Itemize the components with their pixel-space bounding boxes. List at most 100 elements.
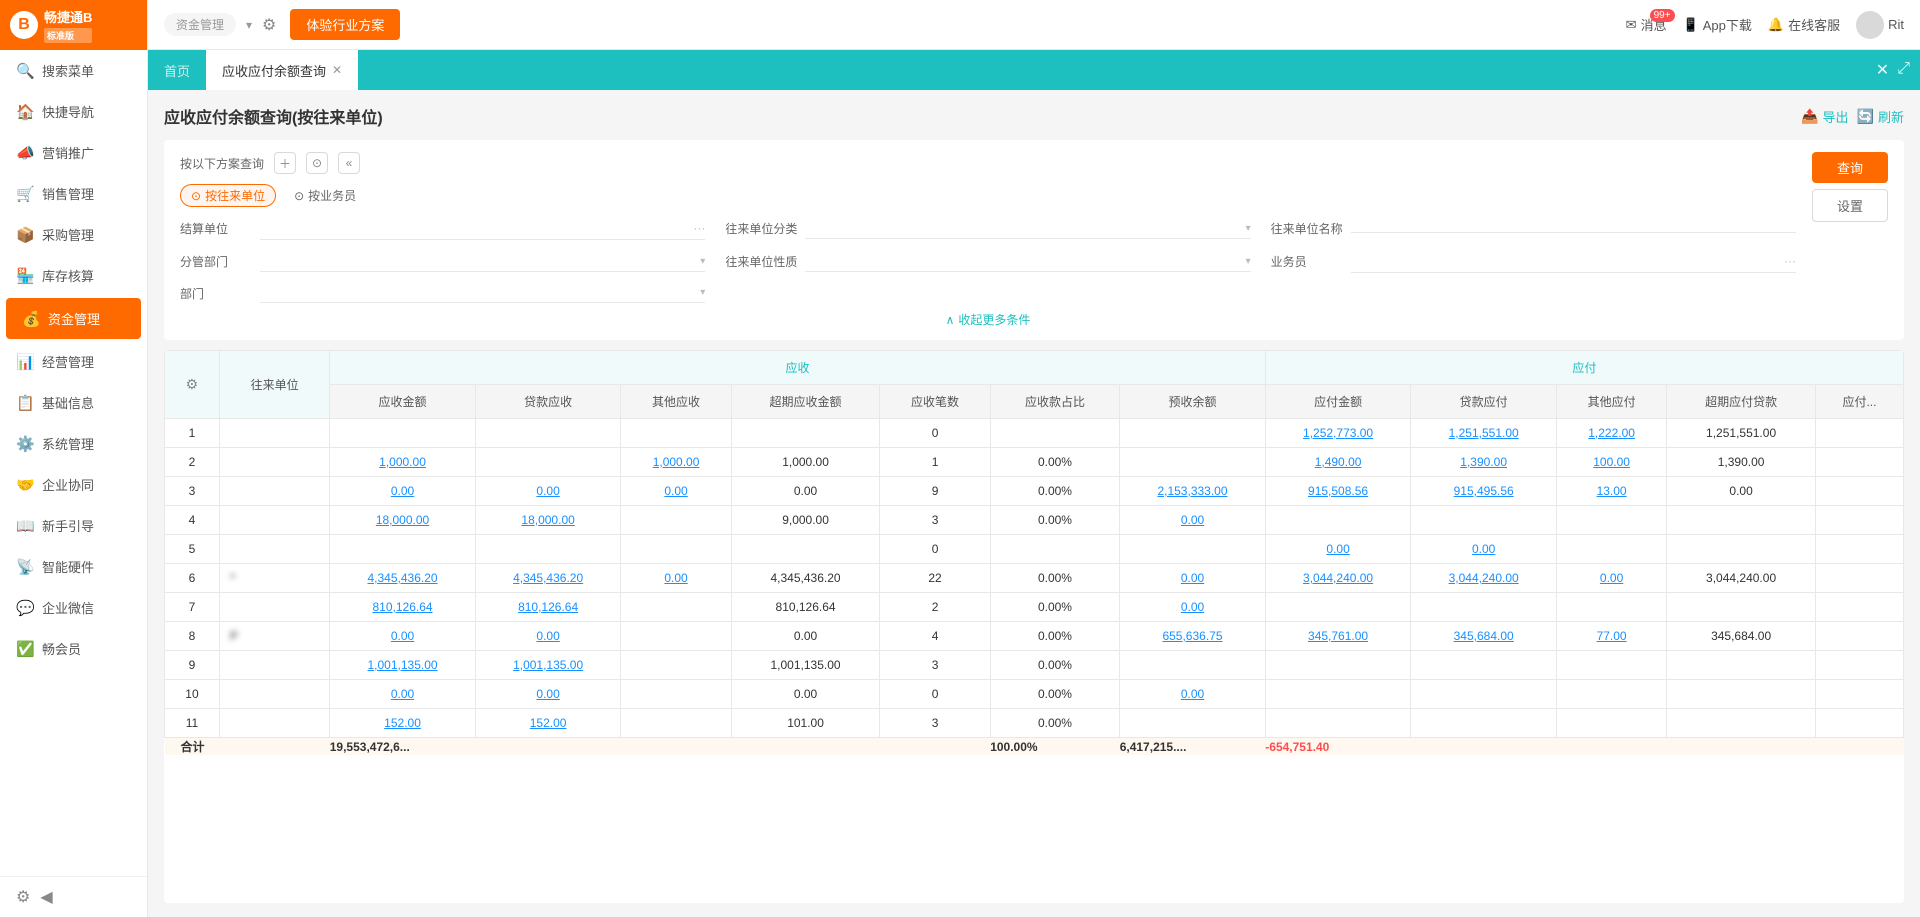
sidebar-item-member[interactable]: ✅ 畅会员 — [0, 628, 147, 669]
salesman-input[interactable]: ··· — [1351, 250, 1796, 273]
col-ar-other: 其他应收 — [621, 385, 731, 419]
inventory-icon: 🏪 — [16, 267, 34, 285]
data-table: ⚙ 往来单位 应收 应付 应收金额 贷款应收 其他应收 超期应收金额 应收笔数 … — [164, 350, 1904, 755]
operation-icon: 📊 — [16, 353, 34, 371]
tabbar: 首页 应收应付余额查询 ✕ ✕ ⤢ — [148, 50, 1920, 90]
filter-collapse-icon[interactable]: « — [338, 152, 360, 174]
jiesuan-unit-input[interactable]: ··· — [260, 217, 705, 240]
main-content: 应收应付余额查询(按往来单位) 📤 导出 🔄 刷新 按以下方案查询 ＋ — [148, 90, 1920, 917]
filter-salesman: 业务员 ··· — [1271, 250, 1796, 273]
col-ar-ratio: 应收款占比 — [990, 385, 1120, 419]
table-group-header: ⚙ 往来单位 应收 应付 — [165, 351, 1904, 385]
hardware-icon: 📡 — [16, 558, 34, 576]
header-gear-icon[interactable]: ⚙ — [262, 15, 276, 35]
sidebar-item-search[interactable]: 🔍 搜索菜单 — [0, 50, 147, 91]
breadcrumb-chevron-icon[interactable]: ▾ — [246, 18, 252, 32]
setting-button[interactable]: 设置 — [1812, 189, 1888, 222]
col-ap-loan: 贷款应付 — [1411, 385, 1557, 419]
export-icon: 📤 — [1801, 108, 1818, 125]
collapse-icon[interactable]: ◀ — [40, 887, 52, 907]
solution-button[interactable]: 体验行业方案 — [290, 9, 400, 40]
coop-icon: 🤝 — [16, 476, 34, 494]
sidebar-item-wechat[interactable]: 💬 企业微信 — [0, 587, 147, 628]
footer-label: 合计 — [165, 738, 330, 756]
table-row: 6^4,345,436.204,345,436.200.004,345,436.… — [165, 564, 1904, 593]
collapse-more-btn[interactable]: ∧ 收起更多条件 — [946, 311, 1031, 328]
download-icon: 📱 — [1683, 17, 1699, 33]
footer-ar-count — [880, 738, 990, 756]
refresh-icon: 🔄 — [1857, 108, 1874, 125]
footer-ap-other — [1556, 738, 1666, 756]
home-icon: 🏠 — [16, 103, 34, 121]
table-col-header: 应收金额 贷款应收 其他应收 超期应收金额 应收笔数 应收款占比 预收余额 应付… — [165, 385, 1904, 419]
tabbar-actions: ✕ ⤢ — [1876, 60, 1920, 80]
sidebar-item-marketing[interactable]: 📣 营销推广 — [0, 132, 147, 173]
filter-collapse: ∧ 收起更多条件 — [180, 311, 1796, 328]
filter-jiesuan-unit: 结算单位 ··· — [180, 217, 705, 240]
sidebar: B 畅捷通B 标准版 🔍 搜索菜单 🏠 快捷导航 📣 营销推广 🛒 销售管理 📦… — [0, 0, 148, 917]
tab-close-icon[interactable]: ✕ — [332, 63, 342, 77]
sidebar-logo: B 畅捷通B 标准版 — [0, 0, 147, 50]
col-ap-extra: 应付... — [1815, 385, 1903, 419]
sidebar-item-guide[interactable]: 📖 新手引导 — [0, 505, 147, 546]
table-row: 418,000.0018,000.009,000.0030.00%0.00 — [165, 506, 1904, 535]
table-row: 500.000.00 — [165, 535, 1904, 564]
export-button[interactable]: 📤 导出 — [1801, 107, 1848, 126]
partner-nature-input[interactable]: ▾ — [805, 252, 1250, 272]
footer-ap-amount: -654,751.40 — [1265, 738, 1411, 756]
message-badge: 99+ — [1650, 9, 1675, 22]
table-row: 7810,126.64810,126.64810,126.6420.00%0.0… — [165, 593, 1904, 622]
plan-partner-icon: ⊙ — [191, 189, 201, 203]
sidebar-item-hardware[interactable]: 📡 智能硬件 — [0, 546, 147, 587]
logo-icon: B — [10, 11, 38, 39]
avatar — [1856, 11, 1884, 39]
filter-partner-type: 往来单位分类 ▾ — [725, 217, 1250, 240]
refresh-button[interactable]: 🔄 刷新 — [1857, 107, 1904, 126]
app-download-button[interactable]: 📱 App下载 — [1683, 15, 1752, 34]
partner-name-input[interactable] — [1351, 224, 1796, 233]
dept-input[interactable]: ▾ — [260, 252, 705, 272]
logo-text: 畅捷通B 标准版 — [44, 7, 92, 43]
sidebar-item-coop[interactable]: 🤝 企业协同 — [0, 464, 147, 505]
filter-target-icon[interactable]: ⊙ — [306, 152, 328, 174]
table-settings-icon[interactable]: ⚙ — [186, 376, 199, 392]
user-avatar-button[interactable]: Rit — [1856, 11, 1904, 39]
ap-group-header: 应付 — [1265, 351, 1903, 385]
filter-plan-salesman-btn[interactable]: ⊙ 按业务员 — [284, 185, 366, 206]
sidebar-item-finance[interactable]: 💰 资金管理 — [6, 298, 141, 339]
tab-expand-icon[interactable]: ⤢ — [1897, 60, 1910, 80]
sidebar-item-basic[interactable]: 📋 基础信息 — [0, 382, 147, 423]
tab-balance[interactable]: 应收应付余额查询 ✕ — [206, 50, 358, 90]
tab-home[interactable]: 首页 — [148, 50, 206, 90]
filter-partner-name: 往来单位名称 — [1271, 217, 1796, 240]
tab-close-all-icon[interactable]: ✕ — [1876, 60, 1889, 80]
sidebar-item-sales[interactable]: 🛒 销售管理 — [0, 173, 147, 214]
online-service-button[interactable]: 🔔 在线客服 — [1768, 15, 1840, 34]
sidebar-item-system[interactable]: ⚙️ 系统管理 — [0, 423, 147, 464]
sales-icon: 🛒 — [16, 185, 34, 203]
sidebar-item-operation[interactable]: 📊 经营管理 — [0, 341, 147, 382]
col-ar-count: 应收笔数 — [880, 385, 990, 419]
sidebar-item-shortcut[interactable]: 🏠 快捷导航 — [0, 91, 147, 132]
page: 应收应付余额查询(按往来单位) 📤 导出 🔄 刷新 按以下方案查询 ＋ — [148, 90, 1920, 917]
table-row: 21,000.001,000.001,000.0010.00%1,490.001… — [165, 448, 1904, 477]
filter-add-icon[interactable]: ＋ — [274, 152, 296, 174]
settings-bottom-icon[interactable]: ⚙ — [16, 887, 30, 907]
table-row: 11152.00152.00101.0030.00% — [165, 709, 1904, 738]
partner-type-input[interactable]: ▾ — [805, 219, 1250, 239]
subdept-input[interactable]: ▾ — [260, 283, 705, 303]
message-icon: ✉ — [1626, 17, 1637, 33]
filter-section: 按以下方案查询 ＋ ⊙ « ⊙ 按往来单位 ⊙ 按业务员 — [180, 152, 1888, 328]
sidebar-item-inventory[interactable]: 🏪 库存核算 — [0, 255, 147, 296]
table-container: ⚙ 往来单位 应收 应付 应收金额 贷款应收 其他应收 超期应收金额 应收笔数 … — [164, 350, 1904, 903]
col-ap-amount: 应付金额 — [1265, 385, 1411, 419]
filter-rows: 结算单位 ··· 往来单位分类 ▾ 往来单位名称 — [180, 217, 1796, 303]
filter-plan-partner-btn[interactable]: ⊙ 按往来单位 — [180, 184, 276, 207]
footer-ar-other — [621, 738, 731, 756]
message-button[interactable]: ✉ 消息 99+ — [1626, 15, 1667, 34]
query-button[interactable]: 查询 — [1812, 152, 1888, 183]
header-right: ✉ 消息 99+ 📱 App下载 🔔 在线客服 Rit — [1626, 11, 1904, 39]
col-ar-pre: 预收余额 — [1120, 385, 1266, 419]
sidebar-item-purchase[interactable]: 📦 采购管理 — [0, 214, 147, 255]
table-row: 100.000.000.0000.00%0.00 — [165, 680, 1904, 709]
